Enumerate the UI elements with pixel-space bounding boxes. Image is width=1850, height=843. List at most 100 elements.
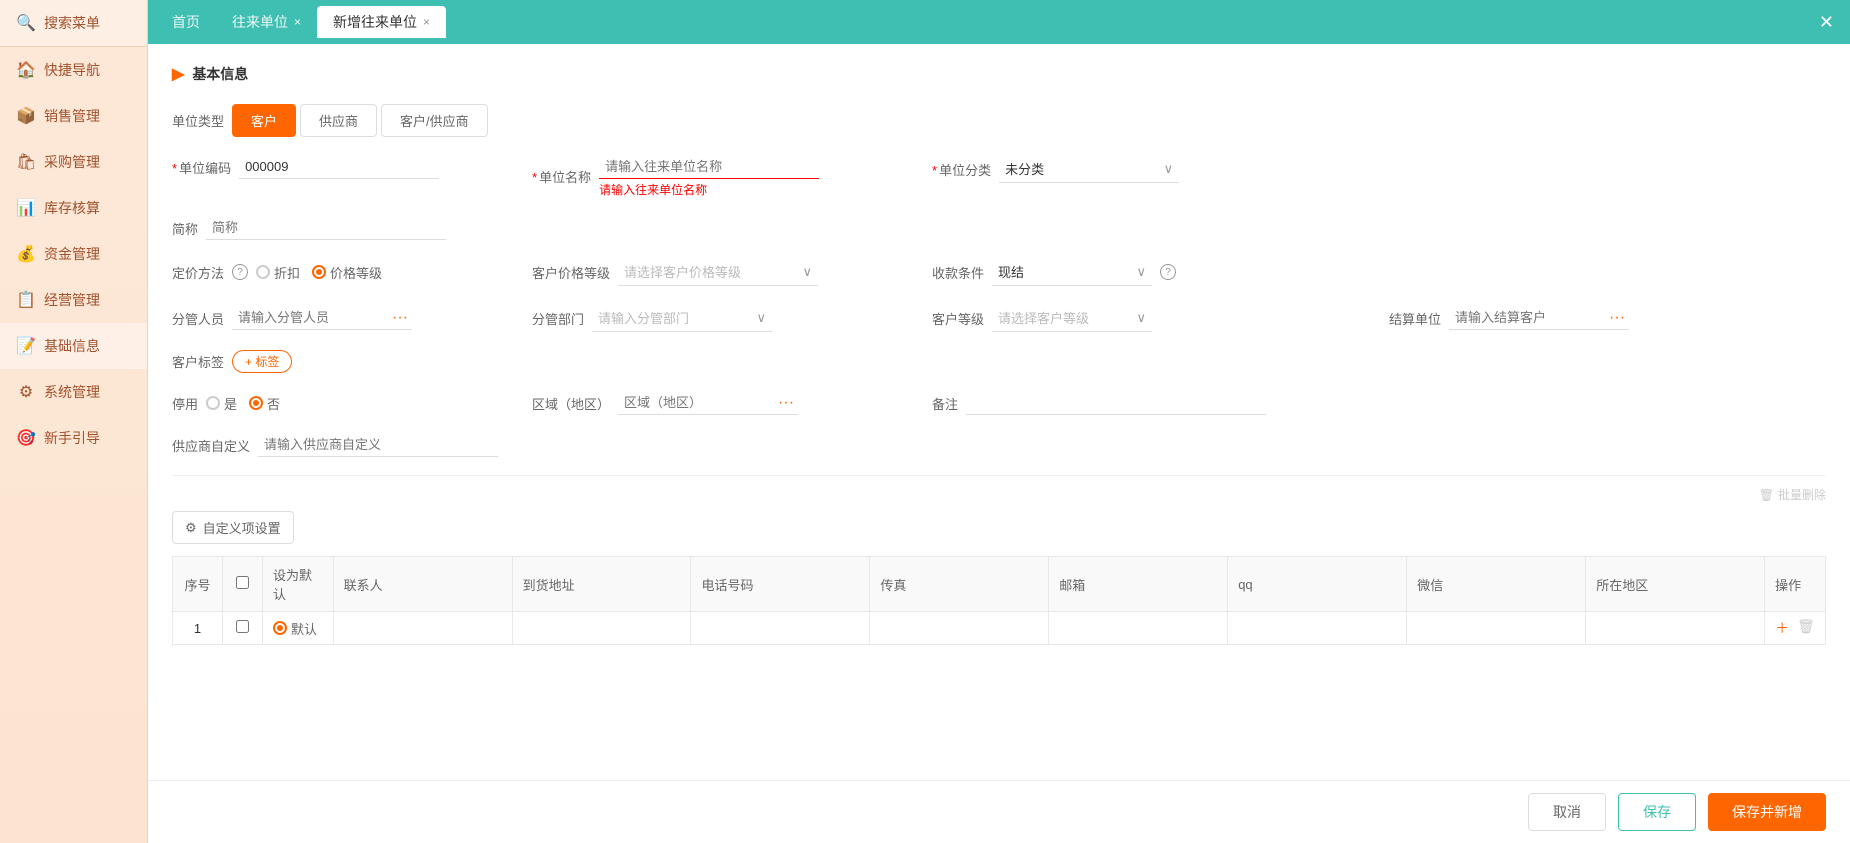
sidebar-item-sales[interactable]: 📦 销售管理 <box>0 93 147 139</box>
customer-price-level-select[interactable]: 请选择客户价格等级 ∨ <box>618 258 818 286</box>
sidebar-item-purchase[interactable]: 🛍 采购管理 <box>0 139 147 185</box>
tag-row: 客户标签 + 标签 <box>172 350 1826 373</box>
tab-contacts[interactable]: 往来单位 × <box>216 6 317 38</box>
col-qq: qq <box>1228 557 1407 612</box>
fax-input[interactable] <box>880 621 1038 636</box>
content-area: ▶ 基本信息 单位类型 客户 供应商 客户/供应商 *单位编码 *单位名称 <box>148 44 1850 780</box>
qq-input[interactable] <box>1238 621 1396 636</box>
sidebar-item-label: 新手引导 <box>44 428 100 448</box>
payment-terms-select[interactable]: 现结 ∨ <box>992 258 1152 286</box>
finance-icon: 💰 <box>16 244 36 264</box>
home-icon: 🏠 <box>16 60 36 80</box>
manager-more-btn[interactable]: ··· <box>388 309 412 327</box>
phone-input[interactable] <box>701 621 859 636</box>
payment-help-icon[interactable]: ? <box>1160 264 1176 280</box>
bottom-bar: 取消 保存 保存并新增 <box>148 780 1850 843</box>
customer-level-select[interactable]: 请选择客户等级 ∨ <box>992 304 1152 332</box>
settlement-label: 结算单位 <box>1389 309 1441 328</box>
manager-field: 分管人员 ··· <box>172 306 532 330</box>
customer-tag-label: 客户标签 <box>172 352 224 371</box>
customer-tag-field: 客户标签 + 标签 <box>172 350 1826 373</box>
tab-bar: 首页 往来单位 × 新增往来单位 × ✕ <box>148 0 1850 44</box>
department-select[interactable]: 请输入分管部门 ∨ <box>592 304 772 332</box>
radio-yes[interactable]: 是 <box>206 394 237 413</box>
sidebar-item-basic[interactable]: 📝 基础信息 <box>0 323 147 369</box>
select-all-checkbox[interactable] <box>236 576 249 589</box>
unit-type-supplier[interactable]: 供应商 <box>300 104 377 137</box>
save-new-button[interactable]: 保存并新增 <box>1708 793 1826 831</box>
supplier-custom-label: 供应商自定义 <box>172 436 250 455</box>
row-phone[interactable] <box>691 612 870 645</box>
sidebar-item-inventory[interactable]: 📊 库存核算 <box>0 185 147 231</box>
col-wechat: 微信 <box>1407 557 1586 612</box>
col-address: 到货地址 <box>512 557 691 612</box>
unit-category-value: 未分类 <box>1005 159 1044 178</box>
wechat-input[interactable] <box>1417 621 1575 636</box>
sidebar-item-search[interactable]: 🔍 搜索菜单 <box>0 0 147 47</box>
supplier-custom-input[interactable] <box>258 433 498 457</box>
table-header-row: 序号 设为默认 联系人 到货地址 电话号码 传真 邮箱 qq 微信 所在地区 操… <box>173 557 1826 612</box>
row-fax[interactable] <box>870 612 1049 645</box>
sidebar-item-ops[interactable]: 📋 经营管理 <box>0 277 147 323</box>
sidebar-item-guide[interactable]: 🎯 新手引导 <box>0 415 147 461</box>
sidebar-item-system[interactable]: ⚙ 系统管理 <box>0 369 147 415</box>
sidebar-item-quick-nav[interactable]: 🏠 快捷导航 <box>0 47 147 93</box>
settlement-more-btn[interactable]: ··· <box>1605 309 1629 327</box>
row-region[interactable] <box>1586 612 1765 645</box>
row-contact[interactable] <box>333 612 512 645</box>
pricing-help-icon[interactable]: ? <box>232 264 248 280</box>
short-name-input[interactable] <box>206 216 446 240</box>
unit-name-input[interactable] <box>599 155 819 179</box>
delete-row-icon[interactable]: 🗑 <box>1797 618 1815 638</box>
region-input[interactable] <box>618 391 770 414</box>
row-seq: 1 <box>173 612 223 645</box>
row-qq[interactable] <box>1228 612 1407 645</box>
row-select-checkbox[interactable] <box>236 620 249 633</box>
unit-type-customer[interactable]: 客户 <box>232 104 296 137</box>
col-fax: 传真 <box>870 557 1049 612</box>
region-field: 区域（地区） ··· <box>532 391 932 415</box>
tab-contacts-close[interactable]: × <box>294 15 301 29</box>
row-email[interactable] <box>1049 612 1228 645</box>
email-input[interactable] <box>1059 621 1217 636</box>
unit-code-input[interactable] <box>239 155 439 179</box>
tab-new-contact-close[interactable]: × <box>423 15 430 29</box>
contact-input[interactable] <box>344 621 502 636</box>
row-region-input[interactable] <box>1596 621 1754 636</box>
chevron-down-icon3: ∨ <box>1137 264 1147 280</box>
tab-home[interactable]: 首页 <box>156 6 216 38</box>
unit-category-select[interactable]: 未分类 ∨ <box>999 155 1179 183</box>
section-header: ▶ 基本信息 <box>172 64 1826 84</box>
customer-level-field: 客户等级 请选择客户等级 ∨ <box>932 304 1369 332</box>
add-tag-button[interactable]: + 标签 <box>232 350 292 373</box>
row-wechat[interactable] <box>1407 612 1586 645</box>
address-input[interactable] <box>523 621 681 636</box>
row-address[interactable] <box>512 612 691 645</box>
radio-price-level[interactable]: 价格等级 <box>312 263 382 282</box>
radio-no[interactable]: 否 <box>249 394 280 413</box>
manager-input[interactable] <box>232 306 384 329</box>
custom-settings-button[interactable]: ⚙ 自定义项设置 <box>172 511 294 544</box>
settlement-input[interactable] <box>1449 306 1601 329</box>
unit-type-both[interactable]: 客户/供应商 <box>381 104 488 137</box>
add-row-icon[interactable]: ＋ <box>1775 618 1789 638</box>
unit-type-label: 单位类型 <box>172 111 224 130</box>
region-more-btn[interactable]: ··· <box>774 394 798 412</box>
batch-delete-button[interactable]: 🗑 批量删除 <box>1759 486 1826 503</box>
tab-new-contact[interactable]: 新增往来单位 × <box>317 6 446 38</box>
sidebar-item-label: 库存核算 <box>44 198 100 218</box>
disabled-radio-group: 是 否 <box>206 394 280 413</box>
window-close-button[interactable]: ✕ <box>1811 12 1842 33</box>
unit-type-row: 单位类型 客户 供应商 客户/供应商 <box>172 104 1826 137</box>
remark-input[interactable] <box>966 391 1266 415</box>
sidebar-item-finance[interactable]: 💰 资金管理 <box>0 231 147 277</box>
radio-price-level-circle <box>312 265 326 279</box>
chevron-down-icon5: ∨ <box>1137 310 1147 326</box>
row-default-radio[interactable]: 默认 <box>273 619 323 638</box>
radio-yes-circle <box>206 396 220 410</box>
cancel-button[interactable]: 取消 <box>1528 793 1606 831</box>
col-checkbox <box>223 557 263 612</box>
inventory-icon: 📊 <box>16 198 36 218</box>
save-button[interactable]: 保存 <box>1618 793 1696 831</box>
radio-discount[interactable]: 折扣 <box>256 263 300 282</box>
